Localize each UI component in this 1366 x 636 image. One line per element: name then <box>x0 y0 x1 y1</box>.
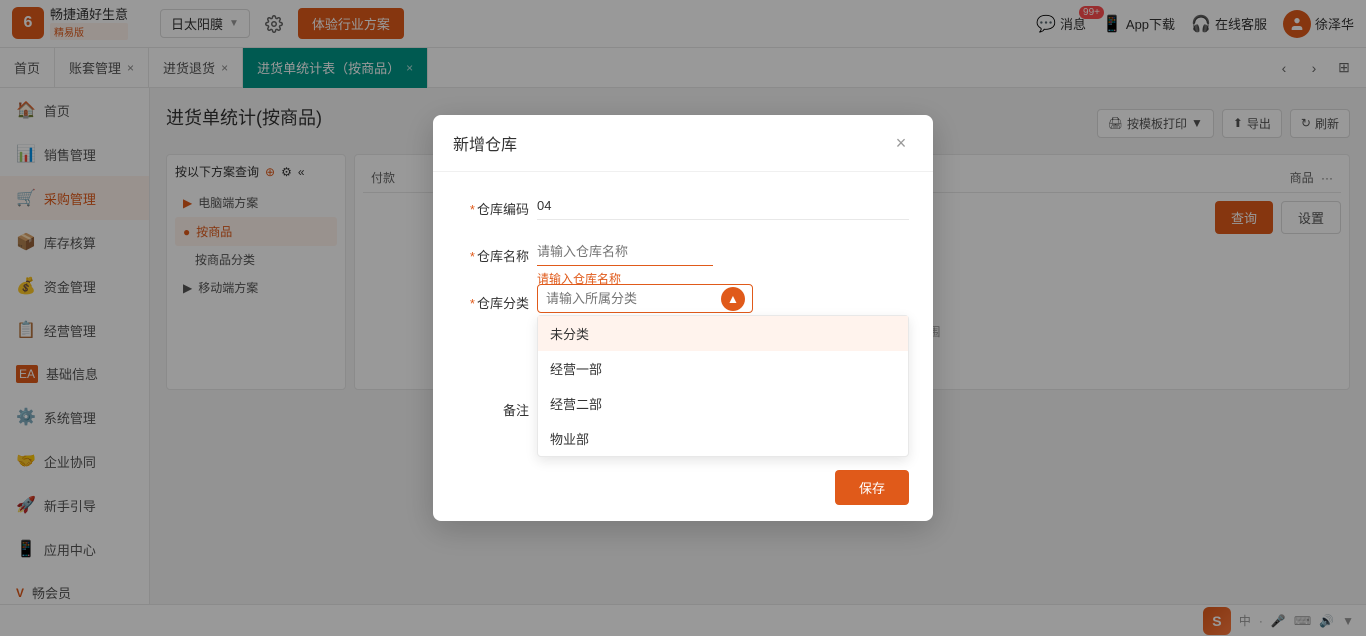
dropdown-item-dept1[interactable]: 经营一部 <box>538 351 908 386</box>
warehouse-code-row: 仓库编码 <box>457 192 909 220</box>
warehouse-code-label: 仓库编码 <box>457 192 537 218</box>
warehouse-code-input[interactable] <box>537 192 909 220</box>
category-dropdown: 未分类 经营一部 经营二部 物业部 <box>537 315 909 457</box>
dropdown-item-property[interactable]: 物业部 <box>538 421 908 456</box>
dropdown-item-unclassified[interactable]: 未分类 <box>538 316 908 351</box>
modal-title: 新增仓库 <box>453 131 517 155</box>
warehouse-name-input[interactable] <box>537 238 713 266</box>
modal-overlay[interactable]: 新增仓库 × 仓库编码 仓库名称 请输入仓库名称 仓库分类 <box>0 0 1366 636</box>
modal-header: 新增仓库 × <box>433 115 933 172</box>
modal-footer: 保存 <box>433 454 933 521</box>
warehouse-category-label: 仓库分类 <box>457 286 537 312</box>
category-dropdown-arrow[interactable]: ▲ <box>721 287 745 311</box>
modal-body: 仓库编码 仓库名称 请输入仓库名称 仓库分类 ▲ <box>433 172 933 436</box>
warehouse-category-row: 仓库分类 ▲ 未分类 经营一部 经营二部 <box>457 284 909 313</box>
modal-close-icon[interactable]: × <box>889 131 913 155</box>
warehouse-category-select-container: ▲ <box>537 284 753 313</box>
warehouse-name-row: 仓库名称 请输入仓库名称 <box>457 238 909 266</box>
dropdown-item-dept2[interactable]: 经营二部 <box>538 386 908 421</box>
warehouse-name-label: 仓库名称 <box>457 239 537 265</box>
save-button[interactable]: 保存 <box>835 470 909 505</box>
add-warehouse-modal: 新增仓库 × 仓库编码 仓库名称 请输入仓库名称 仓库分类 <box>433 115 933 521</box>
warehouse-notes-label: 备注 <box>457 393 537 419</box>
